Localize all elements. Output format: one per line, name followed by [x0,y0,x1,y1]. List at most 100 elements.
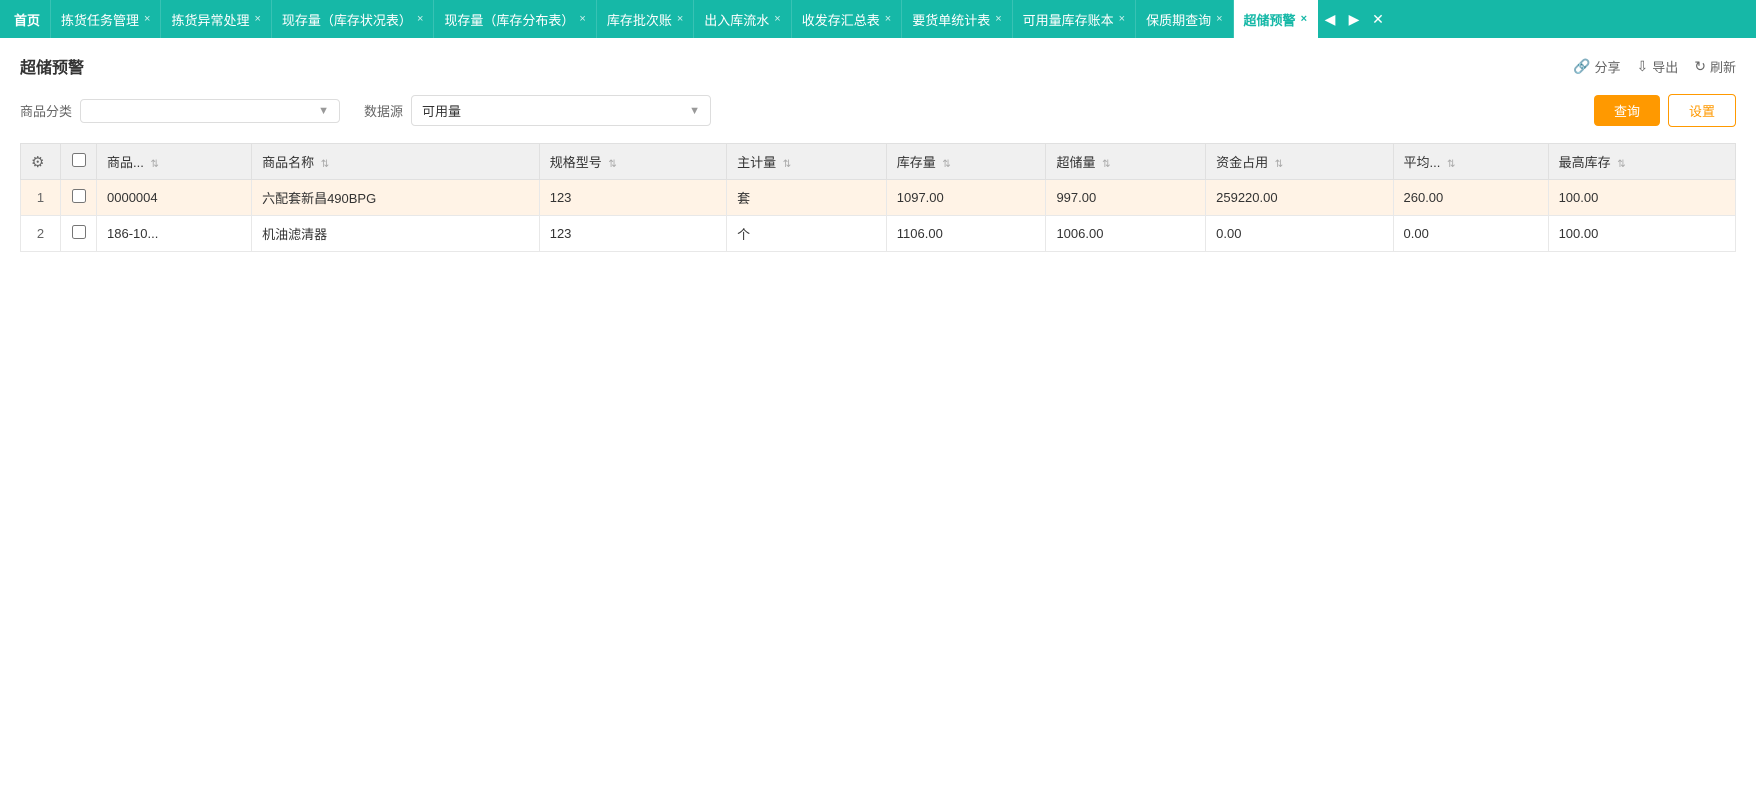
nav-item-batch-account[interactable]: 库存批次账 × [597,0,694,38]
row-1-overstock: 997.00 [1046,180,1206,216]
table-body: 1 0000004 六配套新昌490BPG 123 套 1097.00 997.… [21,180,1736,252]
settings-gear-icon[interactable]: ⚙ [31,154,44,171]
row-2-product-code: 186-10... [97,216,252,252]
row-2-capital: 0.00 [1206,216,1393,252]
close-available-ledger[interactable]: × [1119,13,1125,25]
datasource-select[interactable]: 可用量 ▼ [411,95,711,126]
table-header: ⚙ 商品... ⇅ 商品名称 ⇅ 规格型号 ⇅ 主计量 [21,144,1736,180]
th-avg[interactable]: 平均... ⇅ [1393,144,1548,180]
nav-item-overstock-warning[interactable]: 超储预警 × [1234,0,1318,38]
header-actions: 🔗 分享 ⇩ 导出 ↻ 刷新 [1573,57,1736,76]
close-inout-flow[interactable]: × [774,13,780,25]
nav-prev-arrow[interactable]: ◀ [1318,0,1342,38]
row-2-avg: 0.00 [1393,216,1548,252]
table-row: 1 0000004 六配套新昌490BPG 123 套 1097.00 997.… [21,180,1736,216]
nav-item-order-stats[interactable]: 要货单统计表 × [902,0,1012,38]
filter-group-datasource: 数据源 可用量 ▼ [364,95,711,126]
close-recv-send-summary[interactable]: × [885,13,891,25]
sort-icon-spec: ⇅ [608,159,616,170]
category-select[interactable]: ▼ [80,99,340,123]
close-batch-account[interactable]: × [677,13,683,25]
share-button[interactable]: 🔗 分享 [1573,57,1620,76]
close-inventory-status[interactable]: × [417,13,423,25]
th-spec[interactable]: 规格型号 ⇅ [539,144,726,180]
th-product-name[interactable]: 商品名称 ⇅ [252,144,540,180]
filter-actions: 查询 设置 [1594,94,1736,127]
data-table: ⚙ 商品... ⇅ 商品名称 ⇅ 规格型号 ⇅ 主计量 [20,143,1736,252]
datasource-label: 数据源 [364,101,403,120]
row-2-unit: 个 [727,216,887,252]
row-num-2: 2 [21,216,61,252]
nav-item-available-ledger[interactable]: 可用量库存账本 × [1013,0,1136,38]
row-1-stock: 1097.00 [886,180,1046,216]
row-1-capital: 259220.00 [1206,180,1393,216]
close-overstock-warning[interactable]: × [1301,13,1307,25]
row-1-spec: 123 [539,180,726,216]
row-2-stock: 1106.00 [886,216,1046,252]
sort-icon-stock: ⇅ [942,159,950,170]
export-button[interactable]: ⇩ 导出 [1637,57,1679,76]
export-icon: ⇩ [1637,58,1649,75]
row-1-unit: 套 [727,180,887,216]
close-order-stats[interactable]: × [995,13,1001,25]
nav-item-pick-exception[interactable]: 拣货异常处理 × [161,0,271,38]
sort-icon-max-stock: ⇅ [1617,159,1625,170]
row-checkbox-1 [61,180,97,216]
row-2-max-stock: 100.00 [1548,216,1735,252]
nav-item-inout-flow[interactable]: 出入库流水 × [694,0,791,38]
sort-icon-overstock: ⇅ [1102,159,1110,170]
th-product-code[interactable]: 商品... ⇅ [97,144,252,180]
row-1-max-stock: 100.00 [1548,180,1735,216]
nav-item-home[interactable]: 首页 [4,0,51,38]
th-capital[interactable]: 资金占用 ⇅ [1206,144,1393,180]
datasource-value: 可用量 [422,101,461,120]
top-navigation: 首页 拣货任务管理 × 拣货异常处理 × 现存量（库存状况表） × 现存量（库存… [0,0,1756,38]
row-1-checkbox[interactable] [72,189,86,203]
settings-button[interactable]: 设置 [1668,94,1736,127]
row-2-product-name: 机油滤清器 [252,216,540,252]
datasource-dropdown-arrow: ▼ [689,105,700,117]
query-button[interactable]: 查询 [1594,95,1660,126]
th-settings: ⚙ [21,144,61,180]
nav-item-expiry-query[interactable]: 保质期查询 × [1136,0,1233,38]
th-max-stock[interactable]: 最高库存 ⇅ [1548,144,1735,180]
sort-icon-product-name: ⇅ [321,159,329,170]
row-2-checkbox[interactable] [72,225,86,239]
sort-icon-unit: ⇅ [783,159,791,170]
page-title: 超储预警 [20,54,84,78]
nav-item-inventory-dist[interactable]: 现存量（库存分布表） × [434,0,596,38]
nav-item-inventory-status[interactable]: 现存量（库存状况表） × [272,0,434,38]
select-all-checkbox[interactable] [72,153,86,167]
close-inventory-dist[interactable]: × [579,13,585,25]
th-unit[interactable]: 主计量 ⇅ [727,144,887,180]
filter-group-category: 商品分类 ▼ [20,99,340,123]
row-2-spec: 123 [539,216,726,252]
filter-row: 商品分类 ▼ 数据源 可用量 ▼ 查询 设置 [20,94,1736,127]
sort-icon-capital: ⇅ [1275,159,1283,170]
row-1-product-name: 六配套新昌490BPG [252,180,540,216]
sort-icon-avg: ⇅ [1447,159,1455,170]
refresh-icon: ↻ [1694,58,1706,75]
row-1-avg: 260.00 [1393,180,1548,216]
table-row: 2 186-10... 机油滤清器 123 个 1106.00 1006.00 … [21,216,1736,252]
th-stock[interactable]: 库存量 ⇅ [886,144,1046,180]
page-header: 超储预警 🔗 分享 ⇩ 导出 ↻ 刷新 [20,54,1736,78]
sort-icon-product-code: ⇅ [150,159,158,170]
nav-close-arrow[interactable]: ✕ [1366,0,1390,38]
nav-item-recv-send-summary[interactable]: 收发存汇总表 × [792,0,902,38]
row-checkbox-2 [61,216,97,252]
category-dropdown-arrow: ▼ [318,105,329,117]
th-checkbox [61,144,97,180]
row-1-product-code: 0000004 [97,180,252,216]
close-pick-task[interactable]: × [144,13,150,25]
row-2-overstock: 1006.00 [1046,216,1206,252]
close-pick-exception[interactable]: × [254,13,260,25]
nav-next-arrow[interactable]: ▶ [1342,0,1366,38]
nav-item-pick-task[interactable]: 拣货任务管理 × [51,0,161,38]
page-content: 超储预警 🔗 分享 ⇩ 导出 ↻ 刷新 商品分类 ▼ 数据源 [0,38,1756,800]
refresh-button[interactable]: ↻ 刷新 [1694,57,1736,76]
row-num-1: 1 [21,180,61,216]
share-icon: 🔗 [1573,58,1590,75]
close-expiry-query[interactable]: × [1216,13,1222,25]
th-overstock[interactable]: 超储量 ⇅ [1046,144,1206,180]
